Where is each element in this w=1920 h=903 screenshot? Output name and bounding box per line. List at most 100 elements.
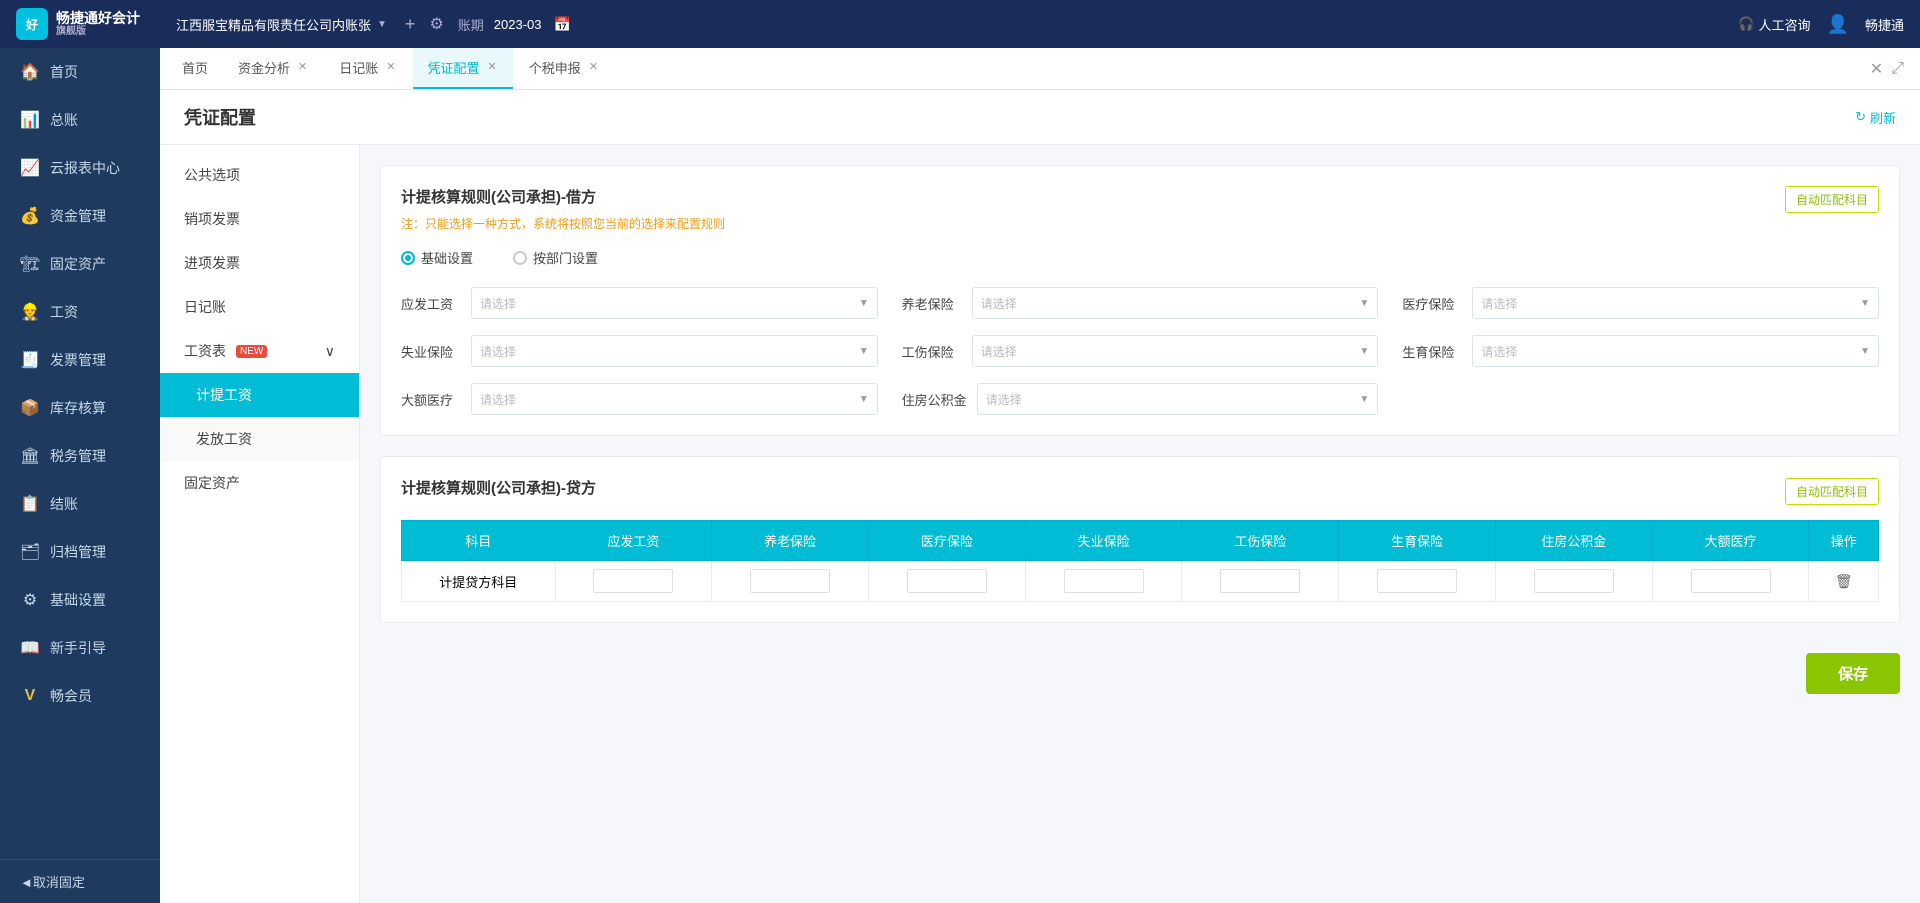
delete-row-button[interactable]: 🗑 [1835, 573, 1853, 589]
field-medical: 医疗保险 请选择 ▼ [1402, 287, 1879, 319]
left-nav-sales-invoice[interactable]: 销项发票 [160, 197, 359, 241]
sidebar-item-invoice[interactable]: 🧾 发票管理 [0, 336, 160, 384]
tab-close-icon[interactable]: ✕ [486, 61, 499, 74]
chevron-down-icon: ▼ [1860, 346, 1870, 357]
field-housing-fund: 住房公积金 请选择 ▼ [902, 383, 1379, 415]
inventory-icon: 📦 [20, 398, 40, 418]
close-all-icon[interactable]: ✕ [1870, 59, 1883, 79]
sidebar-item-close[interactable]: 📋 结账 [0, 480, 160, 528]
left-nav-purchase-invoice[interactable]: 进项发票 [160, 241, 359, 285]
ledger-icon: 📊 [20, 110, 40, 130]
sidebar-item-label: 工资 [50, 302, 78, 322]
credit-table: 科目 应发工资 养老保险 医疗保险 失业保险 工伤保险 生育保险 住房公积金 大… [401, 520, 1879, 602]
cell-pension [712, 561, 869, 602]
input-unemployment[interactable] [1064, 569, 1144, 593]
refresh-button[interactable]: ↻ 刷新 [1855, 108, 1896, 127]
maternity-select[interactable]: 请选择 ▼ [1472, 335, 1879, 367]
tab-home[interactable]: 首页 [168, 48, 222, 89]
radio-department[interactable]: 按部门设置 [513, 248, 598, 267]
topbar-right: 🎧 人工咨询 👤 畅捷通 [1738, 14, 1904, 35]
debit-section-title: 计提核算规则(公司承担)-借方 [401, 186, 725, 207]
company-selector[interactable]: 江西服宝精品有限责任公司内账张 ▼ + ⚙ 账期 2023-03 📅 [176, 14, 1738, 35]
chevron-down-icon: ▼ [1359, 394, 1369, 405]
left-nav-journal[interactable]: 日记账 [160, 285, 359, 329]
sidebar-item-reports[interactable]: 📈 云报表中心 [0, 144, 160, 192]
fund-icon: 💰 [20, 206, 40, 226]
calendar-icon[interactable]: 📅 [554, 16, 571, 33]
sidebar-item-archive[interactable]: 🗂 归档管理 [0, 528, 160, 576]
new-badge: NEW [236, 345, 267, 358]
left-nav-fixed-assets[interactable]: 固定资产 [160, 461, 359, 505]
expand-icon[interactable]: ⤢ [1891, 60, 1904, 78]
field-large-medical: 大额医疗 请选择 ▼ [401, 383, 878, 415]
cancel-fixed-btn[interactable]: ◄取消固定 [0, 859, 160, 903]
right-panel: 计提核算规则(公司承担)-借方 注：只能选择一种方式，系统将按照您当前的选择来配… [360, 145, 1920, 903]
tab-fund-analysis[interactable]: 资金分析 ✕ [224, 48, 323, 89]
sidebar-item-settings[interactable]: ⚙ 基础设置 [0, 576, 160, 624]
sidebar-item-label: 云报表中心 [50, 158, 120, 178]
sidebar-item-label: 结账 [50, 494, 78, 514]
left-nav-salary-sheet[interactable]: 工资表 NEW ∨ [160, 329, 359, 373]
credit-auto-match-button[interactable]: 自动匹配科目 [1785, 478, 1879, 505]
chevron-down-icon: ▼ [1359, 298, 1369, 309]
sidebar-item-tax[interactable]: 🏛 税务管理 [0, 432, 160, 480]
sidebar-item-ledger[interactable]: 📊 总账 [0, 96, 160, 144]
sidebar-item-inventory[interactable]: 📦 库存核算 [0, 384, 160, 432]
debit-auto-match-button[interactable]: 自动匹配科目 [1785, 186, 1879, 213]
sidebar-item-fund[interactable]: 💰 资金管理 [0, 192, 160, 240]
input-medical[interactable] [907, 569, 987, 593]
debit-form-grid: 应发工资 请选择 ▼ 养老保险 请选择 ▼ [401, 287, 1879, 415]
large-medical-select[interactable]: 请选择 ▼ [471, 383, 878, 415]
tab-close-icon[interactable]: ✕ [296, 61, 309, 74]
chevron-down-icon: ▼ [1359, 346, 1369, 357]
sidebar-item-salary[interactable]: 👷 工资 [0, 288, 160, 336]
chevron-down-icon: ▼ [1860, 298, 1870, 309]
consulting-btn[interactable]: 🎧 人工咨询 [1738, 15, 1810, 34]
settings-icon[interactable]: ⚙ [429, 14, 443, 34]
tab-close-icon[interactable]: ✕ [587, 61, 600, 74]
input-work-injury[interactable] [1220, 569, 1300, 593]
sidebar-item-vip[interactable]: V 畅会员 [0, 672, 160, 720]
sidebar-item-label: 总账 [50, 110, 78, 130]
add-account-icon[interactable]: + [405, 14, 416, 35]
sidebar-item-guide[interactable]: 📖 新手引导 [0, 624, 160, 672]
tab-journal[interactable]: 日记账 ✕ [325, 48, 411, 89]
left-nav-pay-salary[interactable]: 发放工资 [160, 417, 359, 461]
cell-work-injury [1182, 561, 1339, 602]
sidebar: 🏠 首页 📊 总账 📈 云报表中心 💰 资金管理 🏗 固定资产 👷 工资 🧾 发… [0, 48, 160, 903]
vip-icon: V [20, 687, 40, 705]
headphone-icon: 🎧 [1738, 16, 1754, 32]
tab-close-icon[interactable]: ✕ [384, 61, 397, 74]
cell-large-medical [1652, 561, 1809, 602]
tab-voucher-config[interactable]: 凭证配置 ✕ [413, 48, 512, 89]
sidebar-item-fixed-assets[interactable]: 🏗 固定资产 [0, 240, 160, 288]
medical-select[interactable]: 请选择 ▼ [1472, 287, 1879, 319]
input-maternity[interactable] [1377, 569, 1457, 593]
th-medical: 医疗保险 [869, 521, 1026, 561]
field-unemployment: 失业保险 请选择 ▼ [401, 335, 878, 367]
tab-tax-report[interactable]: 个税申报 ✕ [515, 48, 614, 89]
pension-select[interactable]: 请选择 ▼ [972, 287, 1379, 319]
content-area: 首页 资金分析 ✕ 日记账 ✕ 凭证配置 ✕ 个税申报 ✕ ✕ ⤢ [160, 48, 1920, 903]
th-maternity: 生育保险 [1339, 521, 1496, 561]
input-large-medical[interactable] [1691, 569, 1771, 593]
radio-basic[interactable]: 基础设置 [401, 248, 473, 267]
home-icon: 🏠 [20, 62, 40, 82]
chevron-down-icon: ∨ [325, 343, 335, 360]
gross-salary-select[interactable]: 请选择 ▼ [471, 287, 878, 319]
save-button[interactable]: 保存 [1806, 653, 1900, 694]
debit-section: 计提核算规则(公司承担)-借方 注：只能选择一种方式，系统将按照您当前的选择来配… [380, 165, 1900, 436]
left-nav-public[interactable]: 公共选项 [160, 153, 359, 197]
unemployment-select[interactable]: 请选择 ▼ [471, 335, 878, 367]
input-pension[interactable] [750, 569, 830, 593]
housing-fund-select[interactable]: 请选择 ▼ [977, 383, 1379, 415]
sidebar-item-home[interactable]: 🏠 首页 [0, 48, 160, 96]
cell-medical [869, 561, 1026, 602]
input-housing-fund[interactable] [1534, 569, 1614, 593]
reports-icon: 📈 [20, 158, 40, 178]
th-pension: 养老保险 [712, 521, 869, 561]
refresh-icon: ↻ [1855, 109, 1866, 125]
left-nav-accrual-salary[interactable]: 计提工资 [160, 373, 359, 417]
work-injury-select[interactable]: 请选择 ▼ [972, 335, 1379, 367]
input-gross[interactable] [593, 569, 673, 593]
